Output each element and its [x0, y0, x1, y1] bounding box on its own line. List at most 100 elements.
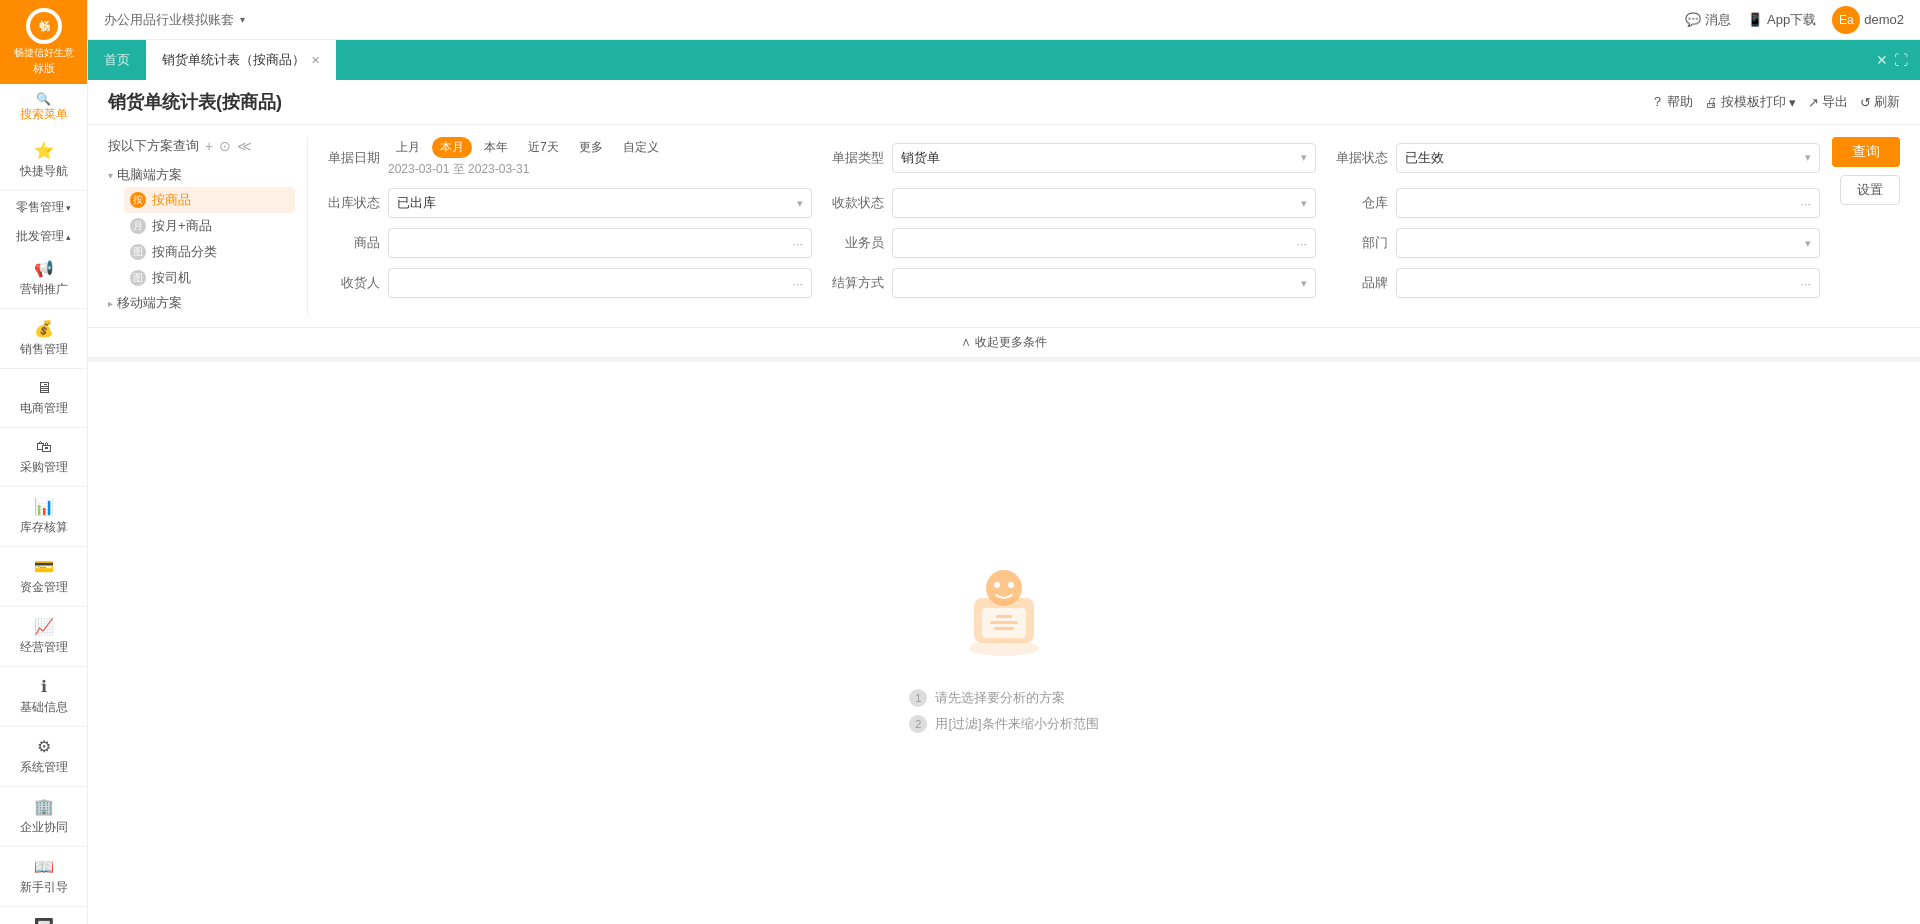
sidebar-item-marketing[interactable]: 📢 营销推广: [0, 249, 87, 309]
enterprise-icon: 🏢: [34, 797, 54, 816]
recipient-control[interactable]: ···: [388, 268, 812, 298]
collapse-bar[interactable]: ∧ 收起更多条件: [88, 328, 1920, 358]
department-control[interactable]: ▾: [1396, 228, 1820, 258]
date-chip-custom[interactable]: 自定义: [615, 137, 667, 158]
tip-text-1: 请先选择要分析的方案: [935, 689, 1065, 707]
scheme-node-by-month-product[interactable]: 月 按月+商品: [124, 213, 295, 239]
scheme-add-icon[interactable]: +: [205, 138, 213, 154]
sidebar-item-wholesale[interactable]: 批发管理 ▴: [0, 220, 87, 249]
scheme-node-by-category[interactable]: 图 按商品分类: [124, 239, 295, 265]
export-icon: ↗: [1808, 95, 1819, 110]
out-status-control[interactable]: 已出库 ▾: [388, 188, 812, 218]
tip-text-2: 用[过滤]条件来缩小分析范围: [935, 715, 1098, 733]
scheme-settings-icon[interactable]: ⊙: [219, 138, 231, 154]
workspace-selector[interactable]: 办公用品行业模拟账套 ▾: [104, 11, 245, 29]
refresh-icon: ↺: [1860, 95, 1871, 110]
date-chip-last-month[interactable]: 上月: [388, 137, 428, 158]
guide-label: 新手引导: [20, 879, 68, 896]
salesperson-control[interactable]: ···: [892, 228, 1316, 258]
scheme-node-by-product[interactable]: 按 按商品: [124, 187, 295, 213]
workspace-dropdown-icon[interactable]: ▾: [240, 14, 245, 25]
doc-type-control[interactable]: 销货单 ▾: [892, 143, 1316, 173]
product-control[interactable]: ···: [388, 228, 812, 258]
sidebar-item-ecommerce[interactable]: 🖥 电商管理: [0, 369, 87, 428]
sidebar-item-quick-nav[interactable]: ⭐ 快捷导航: [0, 131, 87, 191]
brand-dots[interactable]: ···: [1800, 276, 1811, 291]
export-label: 导出: [1822, 93, 1848, 111]
sidebar-item-sales[interactable]: 💰 销售管理: [0, 309, 87, 369]
sidebar-item-inventory[interactable]: 📊 库存核算: [0, 487, 87, 547]
sidebar-item-system[interactable]: ⚙ 系统管理: [0, 727, 87, 787]
scheme-group-mobile-label: 移动端方案: [117, 294, 182, 312]
sidebar-item-retail[interactable]: 零售管理 ▾: [0, 191, 87, 220]
date-chip-more[interactable]: 更多: [571, 137, 611, 158]
filter-rows: 单据日期 上月 本月 本年 近7天 更多 自定义 20: [320, 137, 1820, 315]
scheme-children-desktop: 按 按商品 月 按月+商品 图 按商品分类: [108, 187, 295, 291]
receipt-status-control[interactable]: ▾: [892, 188, 1316, 218]
page-header: 销货单统计表(按商品) ？ 帮助 🖨 按模板打印 ▾ ↗ 导出 ↺ 刷新: [88, 80, 1920, 125]
tab-close-icon[interactable]: ✕: [311, 54, 320, 67]
scheme-group-mobile[interactable]: ▸ 移动端方案: [108, 291, 295, 315]
empty-tip-2: 2 用[过滤]条件来缩小分析范围: [909, 715, 1098, 733]
sidebar-item-operations[interactable]: 📈 经营管理: [0, 607, 87, 667]
date-chip-7days[interactable]: 近7天: [520, 137, 567, 158]
warehouse-control[interactable]: ···: [1396, 188, 1820, 218]
salesperson-dots[interactable]: ···: [1296, 236, 1307, 251]
scheme-node-by-printer[interactable]: 图 按司机: [124, 265, 295, 291]
app-download-btn[interactable]: 📱 App下载: [1747, 11, 1816, 29]
wholesale-label: 批发管理: [16, 228, 64, 245]
search-icon: 🔍: [4, 92, 83, 106]
scheme-group-desktop[interactable]: ▾ 电脑端方案: [108, 163, 295, 187]
settings-button[interactable]: 设置: [1840, 175, 1900, 205]
finance-label: 资金管理: [20, 579, 68, 596]
empty-tip-1: 1 请先选择要分析的方案: [909, 689, 1098, 707]
date-chip-this-month[interactable]: 本月: [432, 137, 472, 158]
tab-home[interactable]: 首页: [88, 40, 146, 80]
user-profile[interactable]: Ea demo2: [1832, 6, 1904, 34]
message-icon: 💬: [1685, 12, 1701, 27]
brand-control[interactable]: ···: [1396, 268, 1820, 298]
empty-tips: 1 请先选择要分析的方案 2 用[过滤]条件来缩小分析范围: [909, 689, 1098, 733]
help-label: 帮助: [1667, 93, 1693, 111]
query-button[interactable]: 查询: [1832, 137, 1900, 167]
app-download-icon: 📱: [1747, 12, 1763, 27]
print-btn[interactable]: 🖨 按模板打印 ▾: [1705, 93, 1796, 111]
svg-rect-9: [990, 621, 1018, 624]
warehouse-dots[interactable]: ···: [1800, 196, 1811, 211]
scheme-collapse-icon[interactable]: ≪: [237, 138, 252, 154]
refresh-btn[interactable]: ↺ 刷新: [1860, 93, 1900, 111]
query-buttons: 查询 设置: [1820, 137, 1900, 315]
export-btn[interactable]: ↗ 导出: [1808, 93, 1848, 111]
app-subtitle: 畅捷信好生意: [14, 47, 74, 59]
filter-field-doc-type: 单据类型 销货单 ▾: [824, 143, 1316, 173]
page-content: 销货单统计表(按商品) ？ 帮助 🖨 按模板打印 ▾ ↗ 导出 ↺ 刷新: [88, 80, 1920, 924]
app-logo[interactable]: 畅 畅捷信好生意 标版: [0, 0, 87, 84]
tab-expand-icon[interactable]: ⛶: [1894, 52, 1908, 68]
date-range-text: 2023-03-01 至 2023-03-31: [388, 161, 812, 178]
message-btn[interactable]: 💬 消息: [1685, 11, 1731, 29]
help-btn[interactable]: ？ 帮助: [1651, 93, 1693, 111]
sidebar-item-apps[interactable]: 🔲 应用中心: [0, 907, 87, 924]
date-label: 单据日期: [320, 149, 380, 167]
filter-field-out-status: 出库状态 已出库 ▾: [320, 188, 812, 218]
tab-close-all-icon[interactable]: ✕: [1876, 52, 1888, 68]
sidebar-item-purchase[interactable]: 🛍 采购管理: [0, 428, 87, 487]
scheme-tree: ▾ 电脑端方案 按 按商品 月 按月+商品: [108, 163, 295, 315]
settlement-dropdown-icon: ▾: [1301, 277, 1307, 290]
filter-field-doc-status: 单据状态 已生效 ▾: [1328, 143, 1820, 173]
quick-nav-icon: ⭐: [34, 141, 54, 160]
doc-status-control[interactable]: 已生效 ▾: [1396, 143, 1820, 173]
sidebar-item-basic[interactable]: ℹ 基础信息: [0, 667, 87, 727]
sidebar-item-guide[interactable]: 📖 新手引导: [0, 847, 87, 907]
recipient-dots[interactable]: ···: [792, 276, 803, 291]
product-dots[interactable]: ···: [792, 236, 803, 251]
page-actions: ？ 帮助 🖨 按模板打印 ▾ ↗ 导出 ↺ 刷新: [1651, 93, 1900, 121]
sidebar-item-finance[interactable]: 💳 资金管理: [0, 547, 87, 607]
date-chip-this-year[interactable]: 本年: [476, 137, 516, 158]
settlement-control[interactable]: ▾: [892, 268, 1316, 298]
tab-bar: 首页 销货单统计表（按商品） ✕ ✕ ⛶: [88, 40, 1920, 80]
ecommerce-icon: 🖥: [36, 379, 52, 397]
tab-report[interactable]: 销货单统计表（按商品） ✕: [146, 40, 336, 80]
sidebar-item-enterprise[interactable]: 🏢 企业协同: [0, 787, 87, 847]
sidebar-item-search[interactable]: 🔍 搜索菜单: [0, 84, 87, 131]
